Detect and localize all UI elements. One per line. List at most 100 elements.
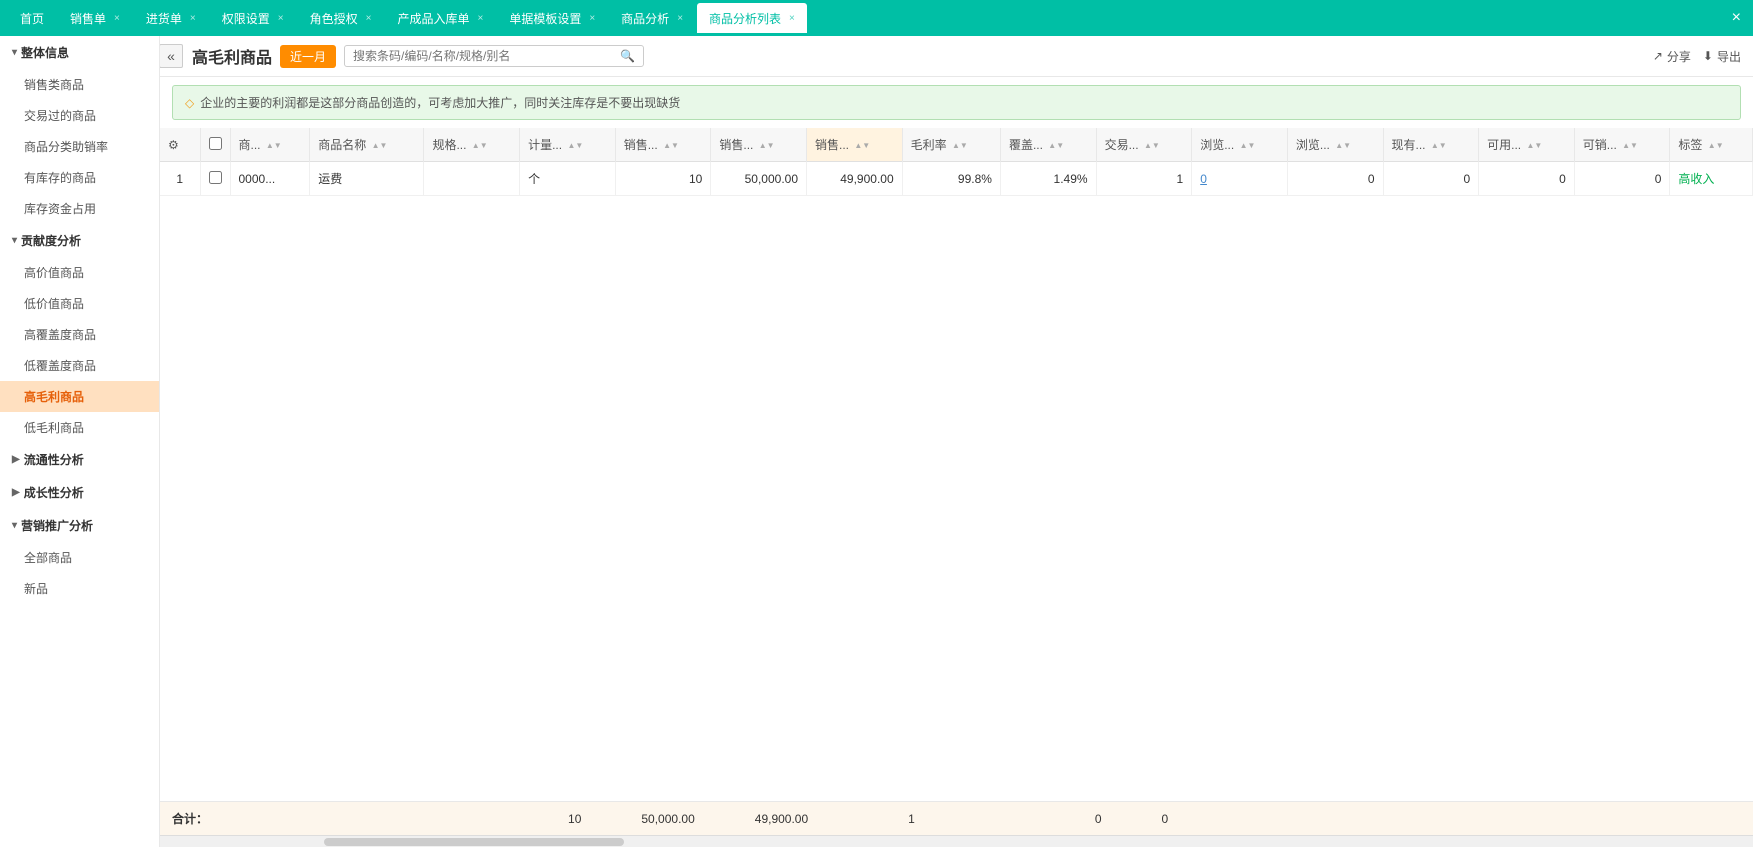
table-header-row: ⚙ 商... ▲▼ 商品名称 ▲▼ 规格... ▲▼ [160, 128, 1753, 162]
col-available-header[interactable]: 可用... ▲▼ [1479, 128, 1575, 162]
filter-period-button[interactable]: 近一月 [280, 45, 336, 68]
row-current: 0 [1383, 162, 1479, 196]
row-checkbox[interactable] [200, 162, 230, 196]
top-nav: 首页 销售单 × 进货单 × 权限设置 × 角色授权 × 产成品入库单 × 单据… [0, 0, 1753, 36]
sidebar-item-low-margin[interactable]: 低毛利商品 [0, 412, 159, 443]
sort-spec[interactable]: ▲▼ [472, 142, 488, 150]
sidebar-group-marketing[interactable]: ▾ 营销推广分析 [0, 509, 159, 542]
col-salenet-header[interactable]: 销售... ▲▼ [807, 128, 903, 162]
col-name-header[interactable]: 商品名称 ▲▼ [310, 128, 424, 162]
footer-label: 合计： [172, 810, 208, 827]
nav-tab-purchase[interactable]: 进货单 × [134, 3, 208, 33]
col-code-header[interactable]: 商... ▲▼ [230, 128, 310, 162]
data-table: ⚙ 商... ▲▼ 商品名称 ▲▼ 规格... ▲▼ [160, 128, 1753, 196]
row-select-checkbox[interactable] [209, 171, 222, 184]
nav-tab-template[interactable]: 单据模板设置 × [497, 3, 607, 33]
sort-available[interactable]: ▲▼ [1527, 142, 1543, 150]
scrollbar-thumb[interactable] [324, 838, 624, 846]
sort-coverage[interactable]: ▲▼ [1048, 142, 1064, 150]
row-saleable: 0 [1574, 162, 1670, 196]
close-template-tab[interactable]: × [589, 13, 595, 24]
col-grossrate-header[interactable]: 毛利率 ▲▼ [902, 128, 1000, 162]
col-saleqty-header[interactable]: 销售... ▲▼ [615, 128, 711, 162]
col-trade-header[interactable]: 交易... ▲▼ [1096, 128, 1192, 162]
sort-saleqty[interactable]: ▲▼ [663, 142, 679, 150]
col-view1-header[interactable]: 浏览... ▲▼ [1192, 128, 1288, 162]
info-bar: ◇ 企业的主要的利润都是这部分商品创造的，可考虑加大推广，同时关注库存是不要出现… [172, 85, 1741, 120]
sidebar-item-stock-capital[interactable]: 库存资金占用 [0, 193, 159, 224]
row-trade: 1 [1096, 162, 1192, 196]
nav-tab-product-entry[interactable]: 产成品入库单 × [385, 3, 495, 33]
sidebar-item-traded-goods[interactable]: 交易过的商品 [0, 100, 159, 131]
col-tag-header[interactable]: 标签 ▲▼ [1670, 128, 1753, 162]
col-checkbox-header[interactable] [200, 128, 230, 162]
sort-salenet[interactable]: ▲▼ [854, 142, 870, 150]
window-close-button[interactable]: × [1732, 9, 1741, 27]
sidebar-item-high-value[interactable]: 高价值商品 [0, 257, 159, 288]
sidebar-item-high-margin[interactable]: 高毛利商品 [0, 381, 159, 412]
sidebar-item-new-goods[interactable]: 新品 [0, 573, 159, 604]
col-spec-header[interactable]: 规格... ▲▼ [424, 128, 520, 162]
close-permission-tab[interactable]: × [278, 13, 284, 24]
sidebar-item-category-rate[interactable]: 商品分类助销率 [0, 131, 159, 162]
sort-saleamt[interactable]: ▲▼ [759, 142, 775, 150]
sidebar-item-all-goods[interactable]: 全部商品 [0, 542, 159, 573]
row-view1[interactable]: 0 [1192, 162, 1288, 196]
sort-trade[interactable]: ▲▼ [1144, 142, 1160, 150]
sidebar-item-sales-goods[interactable]: 销售类商品 [0, 69, 159, 100]
select-all-checkbox[interactable] [209, 137, 222, 150]
sidebar-item-high-coverage[interactable]: 高覆盖度商品 [0, 319, 159, 350]
sort-view1[interactable]: ▲▼ [1240, 142, 1256, 150]
row-saleamt: 50,000.00 [711, 162, 807, 196]
col-unit-header[interactable]: 计量... ▲▼ [520, 128, 616, 162]
footer-bar: 合计： 10 50,000.00 49,900.00 1 0 0 [160, 801, 1753, 835]
nav-tab-sales[interactable]: 销售单 × [58, 3, 132, 33]
row-tag: 高收入 [1670, 162, 1753, 196]
close-role-tab[interactable]: × [366, 13, 372, 24]
row-spec [424, 162, 520, 196]
search-icon[interactable]: 🔍 [620, 49, 635, 63]
collapse-sidebar-button[interactable]: « [160, 44, 183, 68]
close-product-entry-tab[interactable]: × [477, 13, 483, 24]
sidebar-group-overall[interactable]: ▾ 整体信息 [0, 36, 159, 69]
sidebar-group-liquidity[interactable]: ▶ 流通性分析 [0, 443, 159, 476]
col-view2-header[interactable]: 浏览... ▲▼ [1287, 128, 1383, 162]
col-saleamt-header[interactable]: 销售... ▲▼ [711, 128, 807, 162]
col-coverage-header[interactable]: 覆盖... ▲▼ [1000, 128, 1096, 162]
sidebar-item-stocked-goods[interactable]: 有库存的商品 [0, 162, 159, 193]
export-button[interactable]: ⬇ 导出 [1703, 48, 1741, 65]
sidebar-group-contribution[interactable]: ▾ 贡献度分析 [0, 224, 159, 257]
sort-grossrate[interactable]: ▲▼ [952, 142, 968, 150]
export-icon: ⬇ [1703, 49, 1713, 63]
col-settings[interactable]: ⚙ [160, 128, 200, 162]
nav-tab-analysis-list[interactable]: 商品分析列表 × [697, 3, 807, 33]
share-button[interactable]: ↗ 分享 [1653, 48, 1691, 65]
sidebar-group-growth[interactable]: ▶ 成长性分析 [0, 476, 159, 509]
close-analysis-list-tab[interactable]: × [789, 13, 795, 24]
close-purchase-tab[interactable]: × [190, 13, 196, 24]
sort-name[interactable]: ▲▼ [372, 142, 388, 150]
sidebar-item-low-value[interactable]: 低价值商品 [0, 288, 159, 319]
col-saleable-header[interactable]: 可销... ▲▼ [1574, 128, 1670, 162]
sort-current[interactable]: ▲▼ [1431, 142, 1447, 150]
sort-saleable[interactable]: ▲▼ [1622, 142, 1638, 150]
row-coverage: 1.49% [1000, 162, 1096, 196]
nav-tab-home[interactable]: 首页 [8, 3, 56, 33]
nav-tab-role[interactable]: 角色授权 × [298, 3, 384, 33]
nav-tab-analysis[interactable]: 商品分析 × [609, 3, 695, 33]
search-input[interactable] [353, 49, 620, 63]
sort-view2[interactable]: ▲▼ [1335, 142, 1351, 150]
sort-tag[interactable]: ▲▼ [1708, 142, 1724, 150]
sidebar-item-low-coverage[interactable]: 低覆盖度商品 [0, 350, 159, 381]
arrow-overall: ▾ [12, 47, 17, 58]
row-unit: 个 [520, 162, 616, 196]
close-analysis-tab[interactable]: × [677, 13, 683, 24]
nav-tab-permission[interactable]: 权限设置 × [210, 3, 296, 33]
close-sales-tab[interactable]: × [114, 13, 120, 24]
share-icon: ↗ [1653, 49, 1663, 63]
col-current-header[interactable]: 现有... ▲▼ [1383, 128, 1479, 162]
sort-code[interactable]: ▲▼ [266, 142, 282, 150]
sort-unit[interactable]: ▲▼ [567, 142, 583, 150]
row-saleqty: 10 [615, 162, 711, 196]
bottom-scrollbar[interactable] [160, 835, 1753, 847]
